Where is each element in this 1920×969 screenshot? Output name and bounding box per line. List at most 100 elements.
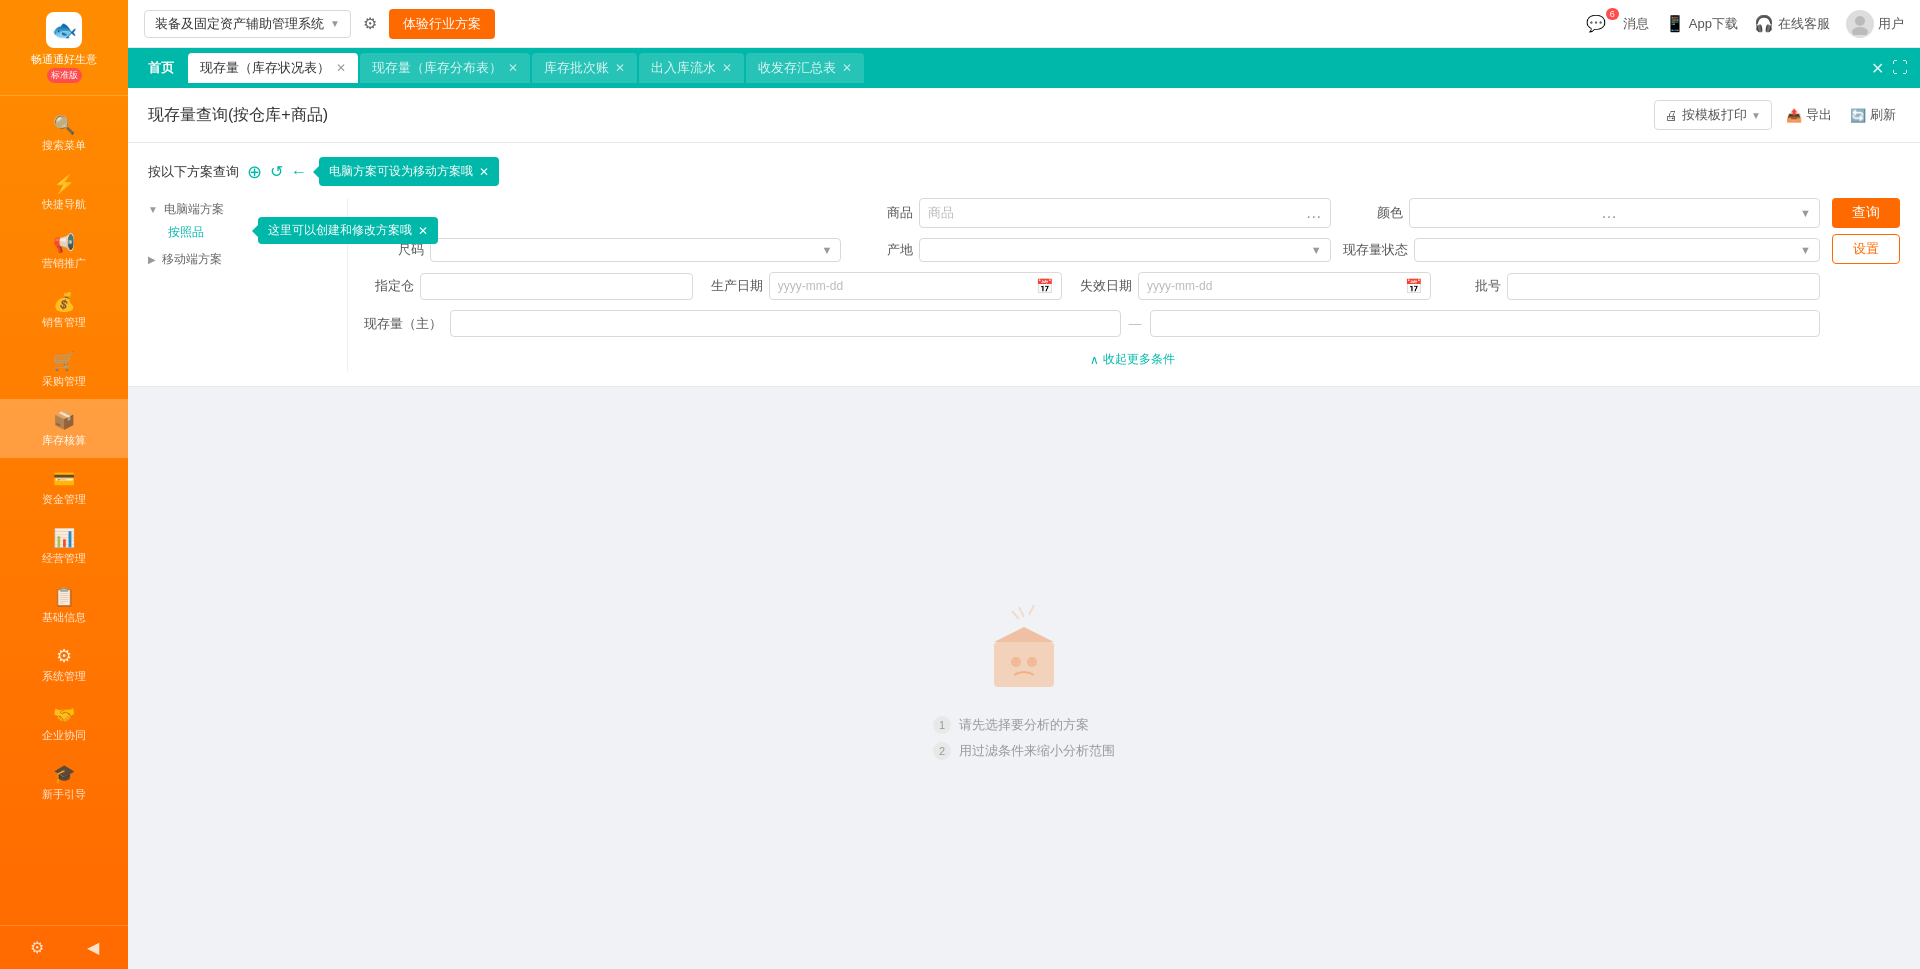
user-item[interactable]: 用户 <box>1846 10 1904 38</box>
sidebar-item-purchase[interactable]: 🛒 采购管理 <box>0 340 128 399</box>
sidebar-item-finance[interactable]: 💳 资金管理 <box>0 458 128 517</box>
finance-icon: 💳 <box>53 468 75 490</box>
support-item[interactable]: 🎧 在线客服 <box>1754 14 1830 33</box>
color-dots-icon[interactable]: … <box>1601 204 1617 222</box>
trial-button[interactable]: 体验行业方案 <box>389 9 495 39</box>
operations-icon: 📊 <box>53 527 75 549</box>
scheme-edit-tooltip: 这里可以创建和修改方案哦 ✕ <box>258 217 438 244</box>
back-scheme-icon[interactable]: ← <box>291 163 307 181</box>
sidebar-logo: 🐟 畅通通好生意 标准版 <box>0 0 128 96</box>
page-header: 现存量查询(按仓库+商品) 🖨 按模板打印 ▼ 📤 导出 🔄 刷新 <box>128 88 1920 143</box>
sidebar-item-sales-label: 销售管理 <box>42 315 86 330</box>
collapse-bar[interactable]: ∧ 收起更多条件 <box>364 343 1900 372</box>
status-select-arrow-icon: ▼ <box>1800 244 1811 256</box>
filter-left-panel: ▼ 电脑端方案 按照品 这里可以创建和修改方案哦 ✕ <box>148 198 348 372</box>
tab-expand-icon[interactable]: ⛶ <box>1892 59 1908 77</box>
product-select-placeholder: 商品 <box>928 204 954 222</box>
sidebar-item-inventory[interactable]: 📦 库存核算 <box>0 399 128 458</box>
tab-inout-close-icon[interactable]: ✕ <box>722 61 732 75</box>
qty-range-separator: — <box>1129 316 1142 331</box>
sidebar-item-guide[interactable]: 🎓 新手引导 <box>0 753 128 812</box>
sidebar-item-system[interactable]: ⚙ 系统管理 <box>0 635 128 694</box>
filter-actions-area: 查询 设置 <box>1832 198 1900 343</box>
sidebar-item-search[interactable]: 🔍 搜索菜单 <box>0 104 128 163</box>
app-download-label: App下载 <box>1689 15 1738 33</box>
refresh-label: 刷新 <box>1870 106 1896 124</box>
search-button[interactable]: 查询 <box>1832 198 1900 228</box>
sidebar-item-marketing[interactable]: 📢 营销推广 <box>0 222 128 281</box>
export-label: 导出 <box>1806 106 1832 124</box>
sidebar-item-operations-label: 经营管理 <box>42 551 86 566</box>
expire-date-calendar-icon[interactable]: 📅 <box>1405 278 1422 294</box>
step-2-text: 用过滤条件来缩小分析范围 <box>959 742 1115 760</box>
tab-batch[interactable]: 库存批次账 ✕ <box>532 53 637 83</box>
product-dots-icon[interactable]: … <box>1306 204 1322 222</box>
app-download-icon: 📱 <box>1665 14 1685 33</box>
collapse-sidebar-icon[interactable]: ◀ <box>87 938 99 957</box>
tab-dispatch-close-icon[interactable]: ✕ <box>842 61 852 75</box>
add-scheme-icon[interactable]: ⊕ <box>247 161 262 183</box>
status-select[interactable]: ▼ <box>1414 238 1820 262</box>
refresh-scheme-icon[interactable]: ↺ <box>270 162 283 181</box>
tab-dispatch[interactable]: 收发存汇总表 ✕ <box>746 53 864 83</box>
origin-select[interactable]: ▼ <box>919 238 1330 262</box>
settings-gear-icon[interactable]: ⚙ <box>363 14 377 33</box>
tab-home[interactable]: 首页 <box>136 53 186 83</box>
export-button[interactable]: 📤 导出 <box>1782 101 1836 129</box>
main-content: 装备及固定资产辅助管理系统 ▼ ⚙ 体验行业方案 💬 6 消息 📱 App下载 … <box>128 0 1920 969</box>
page-actions: 🖨 按模板打印 ▼ 📤 导出 🔄 刷新 <box>1654 100 1900 130</box>
empty-step-1: 1 请先选择要分析的方案 <box>933 716 1115 734</box>
prod-date-calendar-icon[interactable]: 📅 <box>1036 278 1053 294</box>
notifications-label: 消息 <box>1623 15 1649 33</box>
color-select[interactable]: … ▼ <box>1409 198 1820 228</box>
scheme-item-pc-1[interactable]: 按照品 <box>148 221 204 244</box>
filter-row-2: 尺码 ▼ 产地 ▼ <box>364 238 1820 262</box>
page-title: 现存量查询(按仓库+商品) <box>148 105 328 126</box>
product-select[interactable]: 商品 … <box>919 198 1330 228</box>
search-menu-icon: 🔍 <box>53 114 75 136</box>
tab-batch-close-icon[interactable]: ✕ <box>615 61 625 75</box>
color-select-arrow-icon: ▼ <box>1800 207 1811 219</box>
qty-main-to[interactable] <box>1150 310 1821 337</box>
set-button[interactable]: 设置 <box>1832 234 1900 264</box>
sidebar-item-quicknav[interactable]: ⚡ 快捷导航 <box>0 163 128 222</box>
filter-by-label: 按以下方案查询 <box>148 163 239 181</box>
prod-date-placeholder: yyyy-mm-dd <box>778 279 843 293</box>
sidebar-item-system-label: 系统管理 <box>42 669 86 684</box>
template-print-button[interactable]: 🖨 按模板打印 ▼ <box>1654 100 1772 130</box>
avatar <box>1846 10 1874 38</box>
tab-inventory-dist[interactable]: 现存量（库存分布表） ✕ <box>360 53 530 83</box>
prod-date-input[interactable]: yyyy-mm-dd 📅 <box>769 272 1062 300</box>
sidebar-item-operations[interactable]: 📊 经营管理 <box>0 517 128 576</box>
settings-bottom-icon[interactable]: ⚙ <box>30 938 44 957</box>
batch-input[interactable] <box>1507 273 1820 300</box>
expire-date-input[interactable]: yyyy-mm-dd 📅 <box>1138 272 1431 300</box>
scheme-group-mobile-header[interactable]: ▶ 移动端方案 <box>148 248 335 271</box>
step-1-text: 请先选择要分析的方案 <box>959 716 1089 734</box>
notifications-item[interactable]: 💬 6 消息 <box>1586 14 1649 33</box>
qty-main-from[interactable] <box>450 310 1121 337</box>
user-label: 用户 <box>1878 15 1904 33</box>
svg-point-1 <box>1852 27 1868 35</box>
size-select[interactable]: ▼ <box>430 238 841 262</box>
filter-area: 按以下方案查询 ⊕ ↺ ← 电脑方案可设为移动方案哦 ✕ ▼ <box>128 143 1920 387</box>
refresh-button[interactable]: 🔄 刷新 <box>1846 101 1900 129</box>
add-scheme-tooltip-close[interactable]: ✕ <box>479 165 489 179</box>
filter-field-status: 现存量状态 ▼ <box>1343 238 1820 262</box>
page-content: 现存量查询(按仓库+商品) 🖨 按模板打印 ▼ 📤 导出 🔄 刷新 <box>128 88 1920 969</box>
tab-close-all-icon[interactable]: ✕ <box>1871 59 1884 78</box>
sidebar-item-basic[interactable]: 📋 基础信息 <box>0 576 128 635</box>
warehouse-input[interactable] <box>420 273 693 300</box>
tab-inventory-status[interactable]: 现存量（库存状况表） ✕ <box>188 53 358 83</box>
app-download-item[interactable]: 📱 App下载 <box>1665 14 1738 33</box>
tab-inout[interactable]: 出入库流水 ✕ <box>639 53 744 83</box>
tab-inventory-dist-close-icon[interactable]: ✕ <box>508 61 518 75</box>
scheme-group-mobile: ▶ 移动端方案 <box>148 248 335 271</box>
filter-right-with-action: 商品 商品 … 颜色 <box>364 198 1900 343</box>
system-name-selector[interactable]: 装备及固定资产辅助管理系统 ▼ <box>144 10 351 38</box>
tab-inventory-status-close-icon[interactable]: ✕ <box>336 61 346 75</box>
sidebar-item-enterprise[interactable]: 🤝 企业协同 <box>0 694 128 753</box>
origin-select-arrow-icon: ▼ <box>1311 244 1322 256</box>
sidebar-item-sales[interactable]: 💰 销售管理 <box>0 281 128 340</box>
scheme-edit-tooltip-close[interactable]: ✕ <box>418 224 428 238</box>
